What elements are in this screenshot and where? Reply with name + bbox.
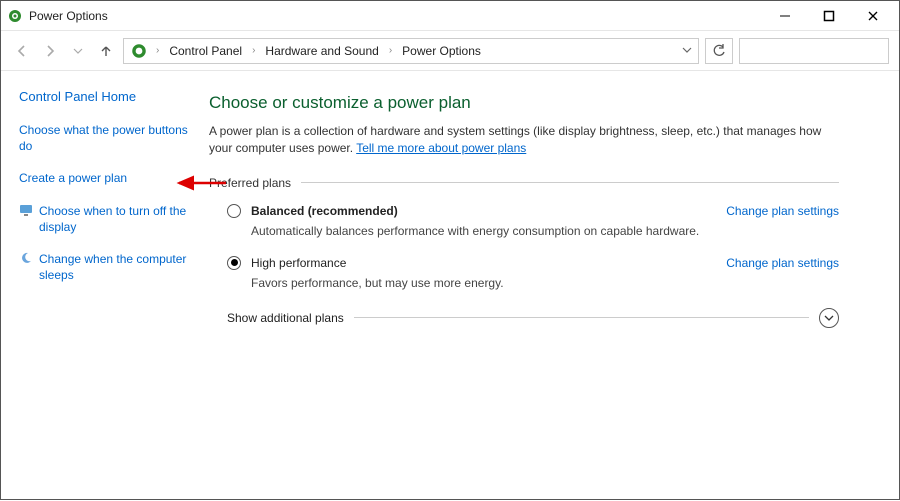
close-button[interactable]: [859, 5, 887, 27]
window: Power Options › Control Panel › Hardware…: [0, 0, 900, 500]
breadcrumb-leaf[interactable]: Power Options: [400, 44, 483, 58]
display-icon: [19, 203, 33, 235]
sidebar-item-create-plan[interactable]: Create a power plan: [19, 170, 189, 186]
address-bar[interactable]: › Control Panel › Hardware and Sound › P…: [123, 38, 699, 64]
sidebar-item-sleep[interactable]: Change when the computer sleeps: [19, 251, 189, 283]
plan-name[interactable]: Balanced (recommended): [251, 204, 716, 218]
chevron-right-icon: ›: [152, 45, 163, 56]
page-description: A power plan is a collection of hardware…: [209, 123, 839, 158]
titlebar: Power Options: [1, 1, 899, 31]
maximize-button[interactable]: [815, 5, 843, 27]
content: Choose or customize a power plan A power…: [201, 71, 899, 501]
plan-description: Favors performance, but may use more ene…: [251, 276, 839, 290]
plan-radio-balanced[interactable]: [227, 204, 241, 218]
divider: [301, 182, 839, 183]
sidebar-item-display-off[interactable]: Choose when to turn off the display: [19, 203, 189, 235]
learn-more-link[interactable]: Tell me more about power plans: [356, 141, 526, 155]
back-button[interactable]: [11, 40, 33, 62]
recent-dropdown-icon[interactable]: [67, 40, 89, 62]
change-plan-settings-link[interactable]: Change plan settings: [726, 256, 839, 270]
change-plan-settings-link[interactable]: Change plan settings: [726, 204, 839, 218]
forward-button[interactable]: [39, 40, 61, 62]
show-additional-plans[interactable]: Show additional plans: [227, 308, 839, 328]
chevron-right-icon: ›: [385, 45, 396, 56]
group-header: Preferred plans: [209, 176, 839, 190]
breadcrumb-category[interactable]: Hardware and Sound: [263, 44, 380, 58]
plan-description: Automatically balances performance with …: [251, 224, 839, 238]
group-label: Preferred plans: [209, 176, 291, 190]
sidebar: Control Panel Home Choose what the power…: [1, 71, 201, 501]
show-additional-label: Show additional plans: [227, 311, 344, 325]
search-input[interactable]: [739, 38, 889, 64]
plan-radio-high-performance[interactable]: [227, 256, 241, 270]
divider: [354, 317, 809, 318]
body: Control Panel Home Choose what the power…: [1, 71, 899, 501]
chevron-right-icon: ›: [248, 45, 259, 56]
moon-icon: [19, 251, 33, 283]
breadcrumb-root[interactable]: Control Panel: [167, 44, 244, 58]
plan-name[interactable]: High performance: [251, 256, 716, 270]
sidebar-item-label: Change when the computer sleeps: [39, 251, 189, 283]
preferred-plans-group: Preferred plans Balanced (recommended) C…: [209, 176, 839, 328]
address-dropdown-icon[interactable]: [682, 44, 692, 58]
window-controls: [771, 5, 893, 27]
sidebar-item-label: Choose when to turn off the display: [39, 203, 189, 235]
window-title: Power Options: [29, 9, 108, 23]
refresh-button[interactable]: [705, 38, 733, 64]
page-title: Choose or customize a power plan: [209, 93, 839, 113]
sidebar-home-link[interactable]: Control Panel Home: [19, 89, 189, 104]
power-options-icon: [7, 8, 23, 24]
power-options-icon: [130, 42, 148, 60]
up-button[interactable]: [95, 40, 117, 62]
chevron-down-icon[interactable]: [819, 308, 839, 328]
sidebar-item-power-buttons[interactable]: Choose what the power buttons do: [19, 122, 189, 154]
plan-balanced: Balanced (recommended) Change plan setti…: [227, 204, 839, 238]
navbar: › Control Panel › Hardware and Sound › P…: [1, 31, 899, 71]
plan-high-performance: High performance Change plan settings Fa…: [227, 256, 839, 290]
minimize-button[interactable]: [771, 5, 799, 27]
